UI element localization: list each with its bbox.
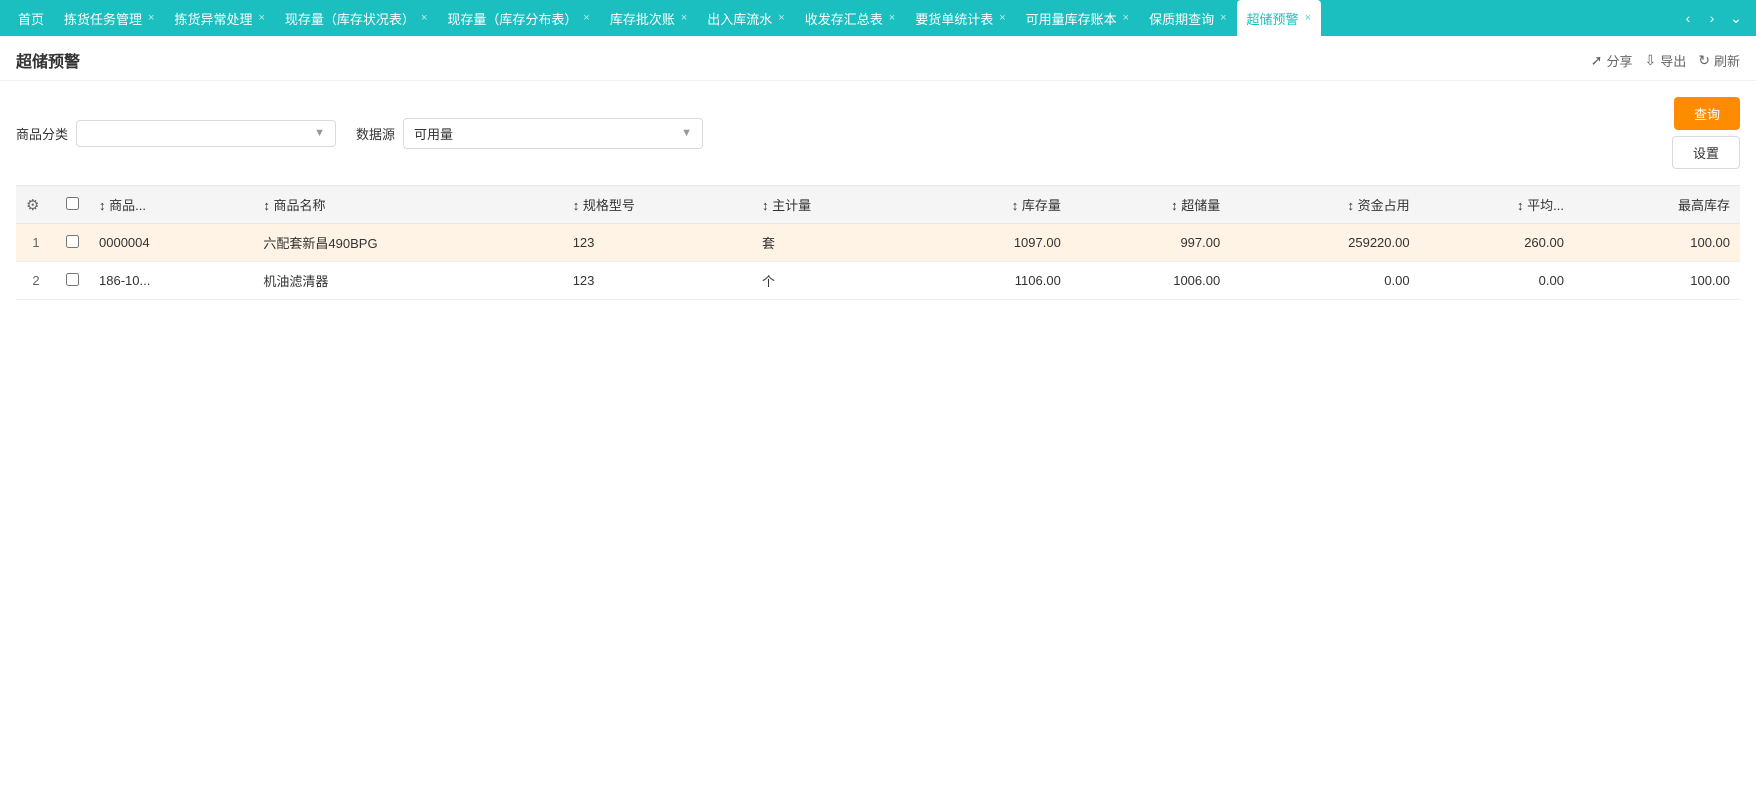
- th-avg: ↕ 平均...: [1420, 186, 1574, 224]
- nav-item-10[interactable]: 保质期查询×: [1139, 0, 1236, 36]
- row-overstock: 1006.00: [1071, 262, 1230, 300]
- th-product-name: ↕ 商品名称: [253, 186, 562, 224]
- nav-close-icon-8[interactable]: ×: [999, 12, 1005, 24]
- page-actions: ➚ 分享 ⇩ 导出 ↻ 刷新: [1591, 51, 1740, 70]
- th-spec: ↕ 规格型号: [563, 186, 752, 224]
- nav-item-5[interactable]: 库存批次账×: [600, 0, 697, 36]
- nav-item-1[interactable]: 拣货任务管理×: [54, 0, 164, 36]
- row-checkbox[interactable]: [66, 235, 79, 248]
- table-row: 1 0000004 六配套新昌490BPG 123 套 1097.00 997.…: [16, 224, 1740, 262]
- nav-item-9[interactable]: 可用量库存账本×: [1016, 0, 1139, 36]
- category-filter-group: 商品分类 ▼: [16, 120, 336, 147]
- nav-item-0[interactable]: 首页: [8, 0, 54, 36]
- page-container: 超储预警 ➚ 分享 ⇩ 导出 ↻ 刷新 商品分类 ▼ 数据源: [0, 36, 1756, 800]
- share-button[interactable]: ➚ 分享: [1591, 51, 1633, 70]
- nav-close-icon-2[interactable]: ×: [258, 12, 264, 24]
- row-product-code: 0000004: [89, 224, 253, 262]
- table-wrap: ⚙ ↕ 商品... ↕ 商品名称 ↕ 规格型号 ↕ 主计量: [0, 185, 1756, 300]
- query-button[interactable]: 查询: [1674, 97, 1740, 130]
- datasource-dropdown-arrow: ▼: [681, 127, 692, 139]
- row-max-stock: 100.00: [1574, 262, 1740, 300]
- nav-item-7[interactable]: 收发存汇总表×: [795, 0, 905, 36]
- share-icon: ➚: [1591, 52, 1603, 69]
- category-label: 商品分类: [16, 124, 68, 143]
- datasource-label: 数据源: [356, 124, 395, 143]
- nav-close-icon-6[interactable]: ×: [778, 12, 784, 24]
- nav-close-icon-11[interactable]: ×: [1305, 12, 1311, 24]
- nav-next-arrow[interactable]: ›: [1700, 0, 1724, 36]
- nav-close-icon-1[interactable]: ×: [148, 12, 154, 24]
- settings-gear-icon[interactable]: ⚙: [26, 197, 39, 214]
- row-unit: 个: [752, 262, 911, 300]
- nav-close-icon-7[interactable]: ×: [889, 12, 895, 24]
- th-unit: ↕ 主计量: [752, 186, 911, 224]
- nav-item-6[interactable]: 出入库流水×: [697, 0, 794, 36]
- nav-menu-arrow[interactable]: ⌄: [1724, 0, 1748, 36]
- nav-item-11[interactable]: 超储预警×: [1237, 0, 1321, 36]
- nav-close-icon-9[interactable]: ×: [1123, 12, 1129, 24]
- refresh-icon: ↻: [1698, 52, 1710, 69]
- row-product-name: 六配套新昌490BPG: [253, 224, 562, 262]
- row-checkbox[interactable]: [66, 273, 79, 286]
- th-checkbox: [56, 186, 89, 224]
- nav-item-3[interactable]: 现存量（库存状况表）×: [275, 0, 437, 36]
- row-spec: 123: [563, 262, 752, 300]
- th-settings: ⚙: [16, 186, 56, 224]
- table-row: 2 186-10... 机油滤清器 123 个 1106.00 1006.00 …: [16, 262, 1740, 300]
- nav-close-icon-3[interactable]: ×: [421, 12, 427, 24]
- th-max-stock: 最高库存: [1574, 186, 1740, 224]
- nav-close-icon-4[interactable]: ×: [583, 12, 589, 24]
- category-select[interactable]: ▼: [76, 120, 336, 147]
- export-button[interactable]: ⇩ 导出: [1645, 51, 1687, 70]
- settings-button[interactable]: 设置: [1672, 136, 1740, 169]
- table-header-row: ⚙ ↕ 商品... ↕ 商品名称 ↕ 规格型号 ↕ 主计量: [16, 186, 1740, 224]
- datasource-select[interactable]: 可用量 ▼: [403, 118, 703, 149]
- datasource-value: 可用量: [414, 124, 453, 143]
- filter-buttons: 查询 设置: [1672, 97, 1740, 169]
- select-all-checkbox[interactable]: [66, 197, 79, 210]
- row-avg: 260.00: [1420, 224, 1574, 262]
- row-avg: 0.00: [1420, 262, 1574, 300]
- refresh-button[interactable]: ↻ 刷新: [1698, 51, 1740, 70]
- th-overstock: ↕ 超储量: [1071, 186, 1230, 224]
- top-nav: 首页拣货任务管理×拣货异常处理×现存量（库存状况表）×现存量（库存分布表）×库存…: [0, 0, 1756, 36]
- th-product-code: ↕ 商品...: [89, 186, 253, 224]
- row-stock: 1097.00: [911, 224, 1070, 262]
- row-index: 1: [16, 224, 56, 262]
- nav-item-2[interactable]: 拣货异常处理×: [164, 0, 274, 36]
- row-capital: 259220.00: [1230, 224, 1419, 262]
- row-unit: 套: [752, 224, 911, 262]
- data-table: ⚙ ↕ 商品... ↕ 商品名称 ↕ 规格型号 ↕ 主计量: [16, 185, 1740, 300]
- page-header: 超储预警 ➚ 分享 ⇩ 导出 ↻ 刷新: [0, 36, 1756, 81]
- th-stock: ↕ 库存量: [911, 186, 1070, 224]
- row-overstock: 997.00: [1071, 224, 1230, 262]
- row-stock: 1106.00: [911, 262, 1070, 300]
- row-max-stock: 100.00: [1574, 224, 1740, 262]
- category-dropdown-arrow: ▼: [314, 127, 325, 139]
- category-value: [87, 126, 91, 141]
- row-checkbox-cell[interactable]: [56, 224, 89, 262]
- page-title: 超储预警: [16, 48, 80, 72]
- nav-close-icon-5[interactable]: ×: [681, 12, 687, 24]
- nav-close-icon-10[interactable]: ×: [1220, 12, 1226, 24]
- export-icon: ⇩: [1645, 52, 1657, 69]
- nav-item-8[interactable]: 要货单统计表×: [905, 0, 1015, 36]
- row-checkbox-cell[interactable]: [56, 262, 89, 300]
- row-spec: 123: [563, 224, 752, 262]
- datasource-filter-group: 数据源 可用量 ▼: [356, 118, 703, 149]
- nav-item-4[interactable]: 现存量（库存分布表）×: [437, 0, 599, 36]
- nav-prev-arrow[interactable]: ‹: [1676, 0, 1700, 36]
- row-product-code: 186-10...: [89, 262, 253, 300]
- row-index: 2: [16, 262, 56, 300]
- filter-area: 商品分类 ▼ 数据源 可用量 ▼ 查询 设置: [0, 81, 1756, 185]
- row-product-name: 机油滤清器: [253, 262, 562, 300]
- th-capital: ↕ 资金占用: [1230, 186, 1419, 224]
- row-capital: 0.00: [1230, 262, 1419, 300]
